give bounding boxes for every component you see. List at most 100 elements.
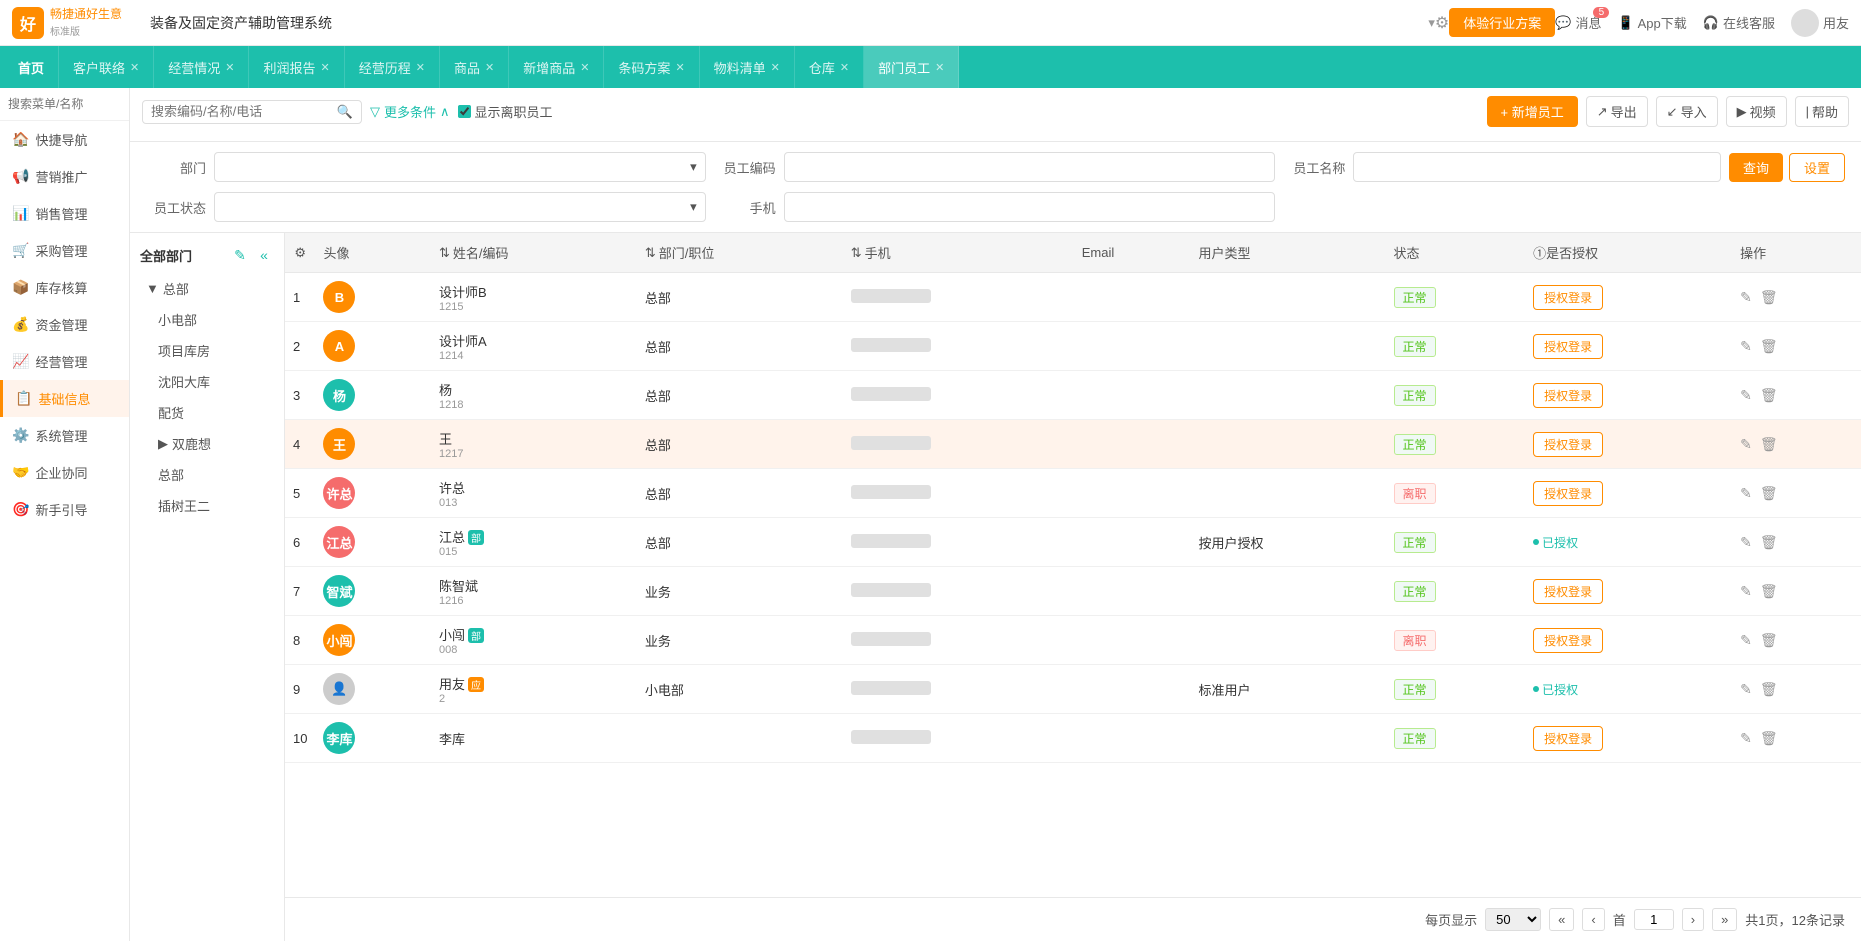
col-dept[interactable]: ⇅ 部门/职位 [637, 233, 843, 273]
col-name[interactable]: ⇅ 姓名/编码 [431, 233, 637, 273]
nav-tab-warehouse[interactable]: 仓库 ✕ [795, 46, 864, 88]
more-filter-btn[interactable]: ▽ 更多条件 ∧ [370, 102, 450, 121]
delete-btn[interactable]: 🗑 [1760, 289, 1778, 306]
first-page-btn[interactable]: « [1549, 908, 1574, 931]
online-service-btn[interactable]: 🎧 在线客服 [1703, 13, 1775, 32]
close-icon[interactable]: ✕ [675, 61, 684, 74]
edit-btn[interactable]: ✎ [1740, 485, 1752, 502]
sidebar-item-guide[interactable]: 🎯 新手引导 [0, 491, 129, 528]
tree-item-project[interactable]: 项目库房 [130, 335, 284, 366]
delete-btn[interactable]: 🗑 [1760, 583, 1778, 600]
delete-btn[interactable]: 🗑 [1760, 338, 1778, 355]
sidebar-item-marketing[interactable]: 📢 营销推广 [0, 158, 129, 195]
auth-login-btn[interactable]: 授权登录 [1533, 285, 1603, 310]
last-page-btn[interactable]: » [1712, 908, 1737, 931]
edit-btn[interactable]: ✎ [1740, 436, 1752, 453]
close-icon-active[interactable]: ✕ [935, 61, 944, 74]
export-button[interactable]: ↗ 导出 [1586, 96, 1648, 127]
edit-btn[interactable]: ✎ [1740, 583, 1752, 600]
search-input[interactable] [151, 104, 333, 119]
col-phone[interactable]: ⇅ 手机 [843, 233, 1074, 273]
gear-button[interactable]: ⚙ [1435, 13, 1449, 33]
edit-btn[interactable]: ✎ [1740, 387, 1752, 404]
show-resigned-label[interactable]: 显示离职员工 [458, 102, 553, 121]
nav-tab-customer[interactable]: 客户联络 ✕ [59, 46, 154, 88]
tree-item-shenyang[interactable]: 沈阳大库 [130, 366, 284, 397]
auth-login-btn[interactable]: 授权登录 [1533, 628, 1603, 653]
dept-select[interactable]: ▾ [214, 152, 706, 182]
per-page-select[interactable]: 50 100 [1485, 908, 1541, 931]
message-btn[interactable]: 💬 消息 5 [1555, 13, 1601, 32]
tree-item-small-elec[interactable]: 小电部 [130, 304, 284, 335]
delete-btn[interactable]: 🗑 [1760, 387, 1778, 404]
nav-tab-history[interactable]: 经营历程 ✕ [345, 46, 440, 88]
close-icon[interactable]: ✕ [580, 61, 589, 74]
sidebar-item-purchase[interactable]: 🛒 采购管理 [0, 232, 129, 269]
nav-tab-barcode[interactable]: 条码方案 ✕ [604, 46, 699, 88]
sidebar-item-collab[interactable]: 🤝 企业协同 [0, 454, 129, 491]
emp-name-input[interactable] [1353, 152, 1721, 182]
auth-login-btn[interactable]: 授权登录 [1533, 334, 1603, 359]
query-button[interactable]: 查询 [1729, 153, 1783, 182]
set-button[interactable]: 设置 [1789, 153, 1845, 182]
close-icon[interactable]: ✕ [840, 61, 849, 74]
tree-item-delivery[interactable]: 配货 [130, 397, 284, 428]
sidebar-item-inventory[interactable]: 📦 库存核算 [0, 269, 129, 306]
video-button[interactable]: ▶ 视频 [1726, 96, 1787, 127]
close-icon[interactable]: ✕ [485, 61, 494, 74]
delete-btn[interactable]: 🗑 [1760, 485, 1778, 502]
nav-tab-operation[interactable]: 经营情况 ✕ [154, 46, 249, 88]
edit-btn[interactable]: ✎ [1740, 534, 1752, 551]
tree-item-hq[interactable]: 总部 [130, 459, 284, 490]
prev-page-btn[interactable]: ‹ [1582, 908, 1604, 931]
delete-btn[interactable]: 🗑 [1760, 632, 1778, 649]
sidebar-item-quicknav[interactable]: 🏠 快捷导航 [0, 121, 129, 158]
delete-btn[interactable]: 🗑 [1760, 681, 1778, 698]
sidebar-search-input[interactable] [8, 97, 130, 111]
emp-status-select[interactable]: ▾ [214, 192, 706, 222]
sidebar-item-sales[interactable]: 📊 销售管理 [0, 195, 129, 232]
edit-btn[interactable]: ✎ [1740, 632, 1752, 649]
import-button[interactable]: ↙ 导入 [1656, 96, 1718, 127]
nav-tab-employee[interactable]: 部门员工 ✕ [864, 46, 959, 88]
auth-login-btn[interactable]: 授权登录 [1533, 726, 1603, 751]
col-settings[interactable]: ⚙ [285, 233, 315, 273]
auth-login-btn[interactable]: 授权登录 [1533, 383, 1603, 408]
show-resigned-checkbox[interactable] [458, 105, 471, 118]
tree-item-chashuwang[interactable]: 插树王二 [130, 490, 284, 521]
delete-btn[interactable]: 🗑 [1760, 730, 1778, 747]
tree-item-shuanglu[interactable]: ▶ 双鹿想 [130, 428, 284, 459]
edit-btn[interactable]: ✎ [1740, 338, 1752, 355]
close-icon[interactable]: ✕ [130, 61, 139, 74]
close-icon[interactable]: ✕ [416, 61, 425, 74]
close-icon[interactable]: ✕ [771, 61, 780, 74]
edit-btn[interactable]: ✎ [1740, 681, 1752, 698]
app-download-btn[interactable]: 📱 App下载 [1617, 13, 1686, 32]
sidebar-item-basic[interactable]: 📋 基础信息 [0, 380, 129, 417]
dept-add-btn[interactable]: ✎ [230, 245, 250, 265]
close-icon[interactable]: ✕ [225, 61, 234, 74]
nav-tab-goods[interactable]: 商品 ✕ [440, 46, 509, 88]
auth-login-btn[interactable]: 授权登录 [1533, 432, 1603, 457]
nav-tab-home[interactable]: 首页 [4, 46, 59, 88]
next-page-btn[interactable]: › [1682, 908, 1704, 931]
dept-collapse-btn[interactable]: « [254, 245, 274, 265]
sidebar-item-finance[interactable]: 💰 资金管理 [0, 306, 129, 343]
nav-tab-profit[interactable]: 利润报告 ✕ [249, 46, 344, 88]
add-employee-button[interactable]: + 新增员工 [1487, 96, 1578, 127]
user-btn[interactable]: 用友 [1791, 9, 1849, 37]
delete-btn[interactable]: 🗑 [1760, 534, 1778, 551]
nav-tab-add-goods[interactable]: 新增商品 ✕ [509, 46, 604, 88]
nav-tab-bom[interactable]: 物料清单 ✕ [700, 46, 795, 88]
emp-code-input[interactable] [784, 152, 1276, 182]
try-btn[interactable]: 体验行业方案 [1449, 8, 1555, 37]
edit-btn[interactable]: ✎ [1740, 289, 1752, 306]
auth-login-btn[interactable]: 授权登录 [1533, 579, 1603, 604]
page-number-input[interactable] [1634, 909, 1674, 930]
sidebar-item-system[interactable]: ⚙️ 系统管理 [0, 417, 129, 454]
phone-input[interactable] [784, 192, 1276, 222]
edit-btn[interactable]: ✎ [1740, 730, 1752, 747]
delete-btn[interactable]: 🗑 [1760, 436, 1778, 453]
help-button[interactable]: | 帮助 [1795, 96, 1849, 127]
close-icon[interactable]: ✕ [321, 61, 330, 74]
